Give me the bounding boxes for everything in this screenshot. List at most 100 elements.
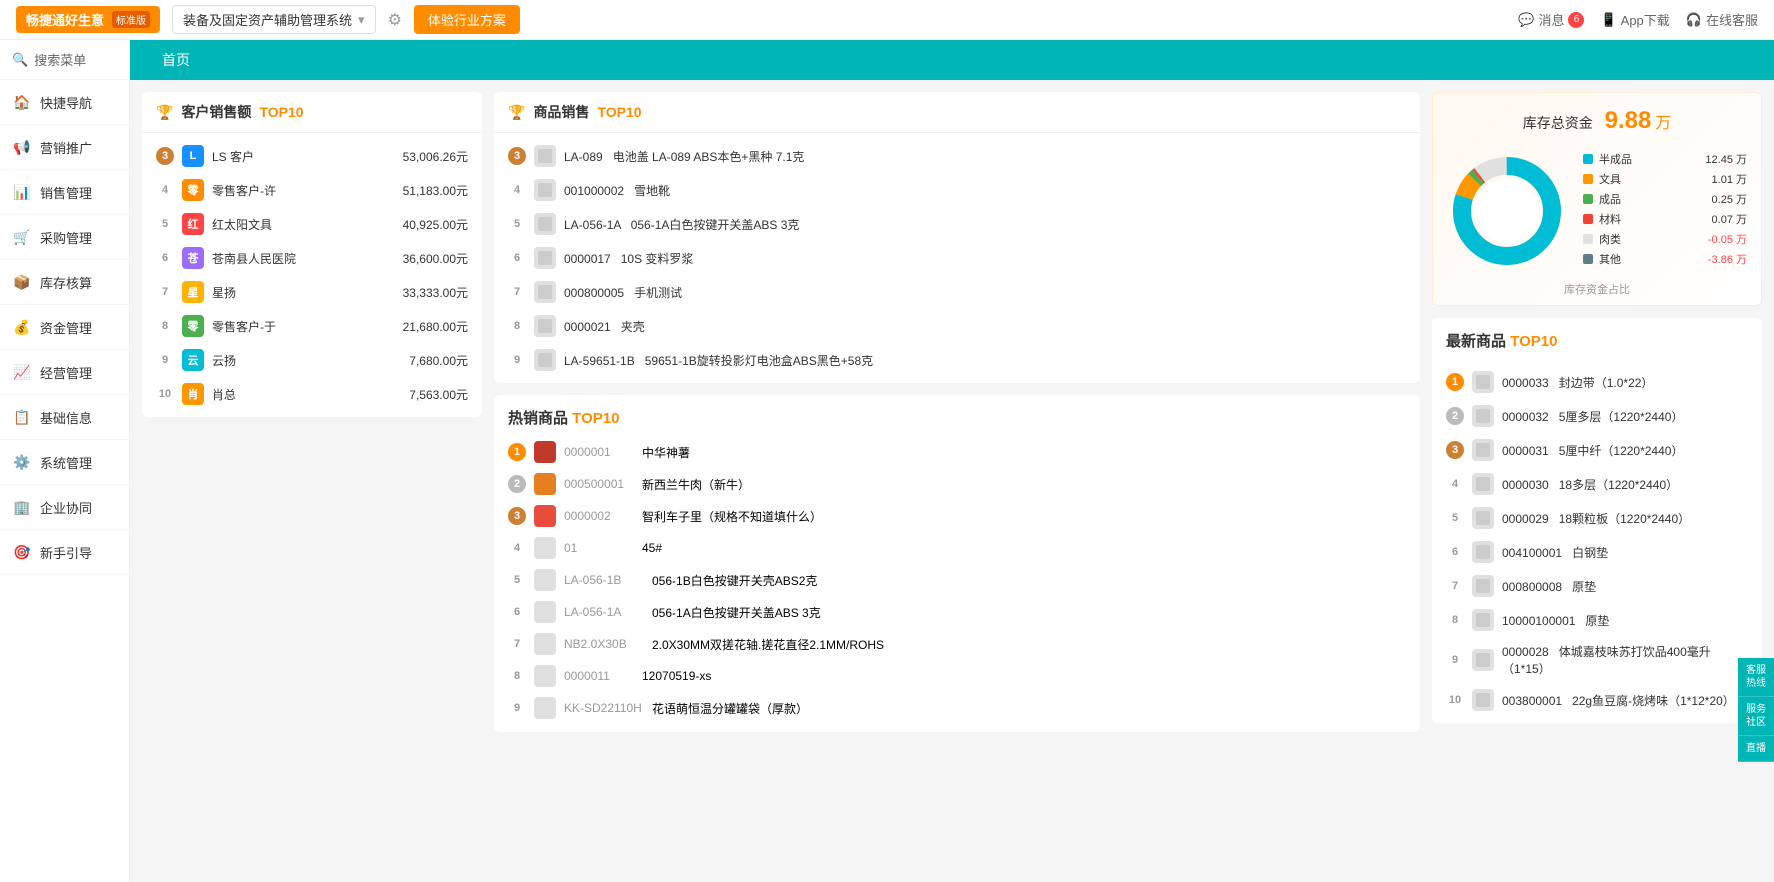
sales-value: 7,680.00元 (409, 352, 468, 369)
product-code: 000500001 (564, 477, 634, 491)
community-btn[interactable]: 服务社区 (1738, 697, 1774, 736)
sidebar-item-purchase[interactable]: 🛒 采购管理 (0, 215, 129, 260)
avatar: 红 (182, 213, 204, 235)
sidebar-label-marketing: 营销推广 (40, 138, 92, 157)
message-icon: 💬 (1518, 12, 1534, 28)
purchase-icon: 🛒 (12, 227, 32, 247)
list-item: 10 003800001 22g鱼豆腐-烧烤味（1*12*20） (1432, 683, 1762, 717)
sidebar-item-finance[interactable]: 💰 资金管理 (0, 305, 129, 350)
list-item: 8 0000021 夹壳 (494, 309, 1420, 343)
rank-number: 2 (508, 475, 526, 493)
app-download-btn[interactable]: 📱 App下载 (1600, 10, 1669, 29)
rank-number: 6 (1446, 543, 1464, 561)
list-item: 1 0000033 封边带（1.0*22） (1432, 365, 1762, 399)
sidebar-label-sales: 销售管理 (40, 183, 92, 202)
rank-number: 4 (508, 539, 526, 557)
product-info: 0000031 5厘中纤（1220*2440） (1502, 442, 1748, 459)
list-item: 9 云 云扬 7,680.00元 (142, 343, 482, 377)
app-download-label: App下载 (1621, 10, 1670, 29)
sidebar-item-guide[interactable]: 🎯 新手引导 (0, 530, 129, 575)
online-service-btn[interactable]: 🎧 在线客服 (1686, 10, 1758, 29)
rank-number: 7 (508, 283, 526, 301)
sidebar-item-home[interactable]: 🏠 快捷导航 (0, 80, 129, 125)
trial-button[interactable]: 体验行业方案 (414, 5, 520, 34)
donut-legend: 半成品 12.45 万 文具 1.01 万 成品 0 (1583, 151, 1747, 271)
trophy-icon: 🏆 (156, 104, 173, 121)
gear-icon[interactable]: ⚙ (388, 10, 402, 30)
list-item: 3 0000031 5厘中纤（1220*2440） (1432, 433, 1762, 467)
float-buttons: 客服热线 服务社区 直播 (1738, 658, 1774, 762)
customer-name: 零售客户-于 (212, 318, 395, 335)
list-item: 7 星 星扬 33,333.00元 (142, 275, 482, 309)
sales-value: 33,333.00元 (403, 284, 468, 301)
search-menu-btn[interactable]: 🔍 搜索菜单 (0, 40, 129, 80)
trophy-icon: 🏆 (508, 104, 525, 121)
rank-number: 1 (1446, 373, 1464, 391)
list-item: 7 NB2.0X30B 2.0X30MM双搓花轴.搓花直径2.1MM/ROHS (494, 628, 1420, 660)
live-btn[interactable]: 直播 (1738, 736, 1774, 762)
rank-number: 10 (1446, 691, 1464, 709)
legend-item: 半成品 12.45 万 (1583, 151, 1747, 167)
online-service-label: 在线客服 (1706, 10, 1758, 29)
rank-number: 8 (156, 317, 174, 335)
customer-name: 零售客户-许 (212, 182, 395, 199)
product-info: LA-089 电池盖 LA-089 ABS本色+黑种 7.1克 (564, 148, 1406, 165)
product-icon (1472, 439, 1494, 461)
content-area: 首页 🏆 客户销售额 TOP10 3 L (130, 40, 1774, 882)
product-name: 中华神薯 (642, 444, 690, 461)
app-badge: 标准版 (112, 11, 150, 28)
customer-name: LS 客户 (212, 148, 395, 165)
legend-color (1583, 194, 1593, 204)
rank-number: 6 (156, 249, 174, 267)
product-icon (1472, 405, 1494, 427)
search-menu-label: 搜索菜单 (34, 50, 86, 69)
product-sales-header: 🏆 商品销售 TOP10 (494, 92, 1420, 133)
list-item: 8 0000011 12070519-xs (494, 660, 1420, 692)
sidebar-item-operation[interactable]: 📈 经营管理 (0, 350, 129, 395)
header-right: 💬 消息 6 📱 App下载 🎧 在线客服 (1518, 10, 1758, 29)
customer-rank-list: 3 L LS 客户 53,006.26元 4 零 零售客户-许 51,183.0… (142, 133, 482, 417)
hot-products-list: 1 0000001 中华神薯 2 000500001 新西兰牛肉（新牛） (494, 436, 1420, 732)
product-info: LA-59651-1B 59651-1B旋转投影灯电池盒ABS黑色+58克 (564, 352, 1406, 369)
headset-icon: 🎧 (1686, 12, 1702, 28)
corp-icon: 🏢 (12, 497, 32, 517)
avatar: 云 (182, 349, 204, 371)
product-icon (1472, 473, 1494, 495)
rank-number: 7 (156, 283, 174, 301)
system-selector[interactable]: 装备及固定资产辅助管理系统 ▾ (172, 5, 376, 34)
customer-name: 苍南县人民医院 (212, 250, 395, 267)
rank-number: 2 (1446, 407, 1464, 425)
customer-service-btn[interactable]: 客服热线 (1738, 658, 1774, 697)
product-thumbnail (534, 601, 556, 623)
list-item: 2 0000032 5厘多层（1220*2440） (1432, 399, 1762, 433)
product-info: 0000021 夹壳 (564, 318, 1406, 335)
sidebar-item-corp[interactable]: 🏢 企业协同 (0, 485, 129, 530)
product-name: 056-1B白色按键开关壳ABS2克 (652, 572, 817, 589)
product-thumbnail (534, 473, 556, 495)
list-item: 9 0000028 体城嘉枝味苏打饮品400毫升（1*15） (1432, 637, 1762, 683)
list-item: 7 000800005 手机测试 (494, 275, 1420, 309)
sidebar-label-system: 系统管理 (40, 453, 92, 472)
legend-item: 肉类 -0.05 万 (1583, 231, 1747, 247)
rank-number: 5 (1446, 509, 1464, 527)
nav-tab-home[interactable]: 首页 (146, 42, 206, 78)
search-icon: 🔍 (12, 52, 28, 68)
legend-name: 材料 (1599, 211, 1706, 227)
message-btn[interactable]: 💬 消息 6 (1518, 10, 1584, 29)
legend-color (1583, 174, 1593, 184)
avatar: 肖 (182, 383, 204, 405)
sidebar-item-basic[interactable]: 📋 基础信息 (0, 395, 129, 440)
product-info: 0000028 体城嘉枝味苏打饮品400毫升（1*15） (1502, 643, 1748, 677)
sidebar-item-sales[interactable]: 📊 销售管理 (0, 170, 129, 215)
rank-number: 3 (508, 147, 526, 165)
product-thumbnail (534, 697, 556, 719)
main-layout: 🔍 搜索菜单 🏠 快捷导航 📢 营销推广 📊 销售管理 🛒 采购管理 📦 库存核… (0, 40, 1774, 882)
sidebar-item-system[interactable]: ⚙️ 系统管理 (0, 440, 129, 485)
sales-value: 51,183.00元 (403, 182, 468, 199)
list-item: 6 LA-056-1A 056-1A白色按键开关盖ABS 3克 (494, 596, 1420, 628)
sidebar-item-marketing[interactable]: 📢 营销推广 (0, 125, 129, 170)
sidebar-item-inventory[interactable]: 📦 库存核算 (0, 260, 129, 305)
list-item: 6 0000017 10S 变料罗浆 (494, 241, 1420, 275)
legend-value: 1.01 万 (1712, 171, 1747, 187)
operation-icon: 📈 (12, 362, 32, 382)
